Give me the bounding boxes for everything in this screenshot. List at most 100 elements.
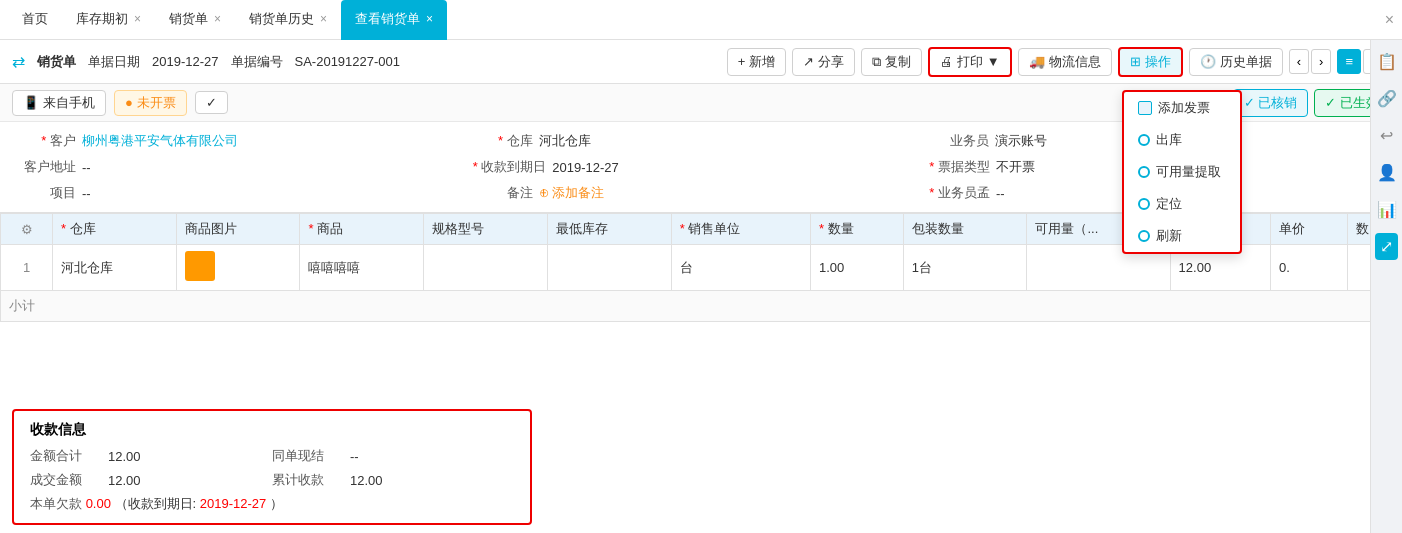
col-settings[interactable]: ⚙ <box>1 214 53 245</box>
add-invoice-item[interactable]: 添加发票 <box>1124 92 1240 124</box>
from-phone-button[interactable]: 📱 来自手机 <box>12 90 106 116</box>
operate-dropdown: 添加发票 出库 可用量提取 定位 刷新 <box>1122 90 1242 254</box>
outbound-item[interactable]: 出库 <box>1124 124 1240 156</box>
confirm-button[interactable]: ✓ <box>195 91 228 114</box>
logistics-button[interactable]: 🚚 物流信息 <box>1018 48 1112 76</box>
deal-value: 12.00 <box>108 473 141 488</box>
copy-button[interactable]: ⧉ 复制 <box>861 48 922 76</box>
warehouse-row: 仓库 河北仓库 <box>473 132 930 150</box>
right-icon-return[interactable]: ↩ <box>1376 122 1397 149</box>
outbound-icon <box>1138 134 1150 146</box>
prev-button[interactable]: ‹ <box>1289 49 1309 74</box>
total-label: 金额合计 <box>30 447 100 465</box>
tab-sales-label: 销货单 <box>169 10 208 28</box>
tab-inventory-close[interactable]: × <box>134 12 141 26</box>
not-open-button[interactable]: ● 未开票 <box>114 90 187 116</box>
payment-grid: 金额合计 12.00 同单现结 -- 成交金额 12.00 累计收款 12.00… <box>30 447 514 513</box>
confirm-icon: ✓ <box>206 95 217 110</box>
payment-date-row: 收款到期日 2019-12-27 <box>473 158 930 176</box>
available-qty-item[interactable]: 可用量提取 <box>1124 156 1240 188</box>
row-pack-qty: 1台 <box>903 245 1027 291</box>
col-product-img: 商品图片 <box>176 214 300 245</box>
col-spec: 规格型号 <box>424 214 548 245</box>
operate-button[interactable]: ⊞ 操作 <box>1118 47 1183 77</box>
col-unit: * 销售单位 <box>671 214 810 245</box>
date-label: 单据日期 <box>88 53 140 71</box>
refresh-item[interactable]: 刷新 <box>1124 220 1240 252</box>
subtotal-row: 小计 <box>1 291 1402 322</box>
print-button[interactable]: 🖨 打印 ▼ <box>928 47 1012 77</box>
plus-icon: ⊕ <box>539 185 549 200</box>
right-panel: 📋 🔗 ↩ 👤 📊 ⤢ <box>1370 40 1402 533</box>
sales-manager-value: -- <box>996 186 1005 201</box>
tab-sales-history[interactable]: 销货单历史 × <box>235 0 341 40</box>
close-all-button[interactable]: × <box>1385 11 1394 29</box>
tab-sales-close[interactable]: × <box>214 12 221 26</box>
right-icon-chart[interactable]: 📊 <box>1373 196 1401 223</box>
right-icon-link[interactable]: 🔗 <box>1373 85 1401 112</box>
project-label: 项目 <box>16 184 76 202</box>
same-order-label: 同单现结 <box>272 447 342 465</box>
doc-type-label: 销货单 <box>37 53 76 71</box>
tab-sales-history-label: 销货单历史 <box>249 10 314 28</box>
available-qty-label: 可用量提取 <box>1156 163 1221 181</box>
note-row: 备注 ⊕ 添加备注 <box>473 184 930 202</box>
row-num: 1 <box>1 245 53 291</box>
owed-date: 2019-12-27 <box>200 496 267 511</box>
header-actions: + 新增 ↗ 分享 ⧉ 复制 🖨 打印 ▼ 🚚 物流信息 <box>727 47 1390 77</box>
deal-label: 成交金额 <box>30 471 100 489</box>
num-value: SA-20191227-001 <box>295 54 401 69</box>
address-row: 客户地址 -- <box>16 158 473 176</box>
new-button[interactable]: + 新增 <box>727 48 786 76</box>
tab-home[interactable]: 首页 <box>8 0 62 40</box>
owed-note: （收款到期日: <box>115 496 197 511</box>
same-order-row: 同单现结 -- <box>272 447 514 465</box>
share-button[interactable]: ↗ 分享 <box>792 48 855 76</box>
cumulative-row: 累计收款 12.00 <box>272 471 514 489</box>
owed-label: 本单欠款 <box>30 496 82 511</box>
customer-value[interactable]: 柳州粤港平安气体有限公司 <box>82 132 238 150</box>
history-icon: 🕐 <box>1200 54 1216 69</box>
row-product-name: 嘻嘻嘻嘻 <box>300 245 424 291</box>
tab-inventory-label: 库存期初 <box>76 10 128 28</box>
next-button[interactable]: › <box>1311 49 1331 74</box>
logistics-icon: 🚚 <box>1029 54 1045 69</box>
sales-manager-label: 业务员孟 <box>929 184 990 202</box>
col-product: * 商品 <box>300 214 424 245</box>
refresh-icon <box>1138 230 1150 242</box>
add-note-button[interactable]: ⊕ 添加备注 <box>539 184 605 202</box>
locate-item[interactable]: 定位 <box>1124 188 1240 220</box>
project-value: -- <box>82 186 91 201</box>
row-quantity: 1.00 <box>810 245 903 291</box>
operate-icon: ⊞ <box>1130 54 1141 69</box>
right-icon-user[interactable]: 👤 <box>1373 159 1401 186</box>
available-qty-icon <box>1138 166 1150 178</box>
print-dropdown-icon: ▼ <box>987 54 1000 69</box>
col-pack-qty: 包装数量 <box>903 214 1027 245</box>
cumulative-value: 12.00 <box>350 473 383 488</box>
total-value: 12.00 <box>108 449 141 464</box>
add-invoice-label: 添加发票 <box>1158 99 1210 117</box>
history-button[interactable]: 🕐 历史单据 <box>1189 48 1283 76</box>
already-sold-button[interactable]: ✓ 已核销 <box>1233 89 1309 117</box>
print-icon: 🖨 <box>940 54 953 69</box>
row-price: 0. <box>1271 245 1348 291</box>
tab-view-sales-close[interactable]: × <box>426 12 433 26</box>
row-unit: 台 <box>671 245 810 291</box>
view-list-button[interactable]: ≡ <box>1337 49 1361 74</box>
share-icon: ↗ <box>803 54 814 69</box>
right-icon-doc[interactable]: 📋 <box>1373 48 1401 75</box>
tab-sales-history-close[interactable]: × <box>320 12 327 26</box>
staff-value: 演示账号 <box>995 132 1047 150</box>
payment-date-value: 2019-12-27 <box>552 160 619 175</box>
header-bar: ⇄ 销货单 单据日期 2019-12-27 单据编号 SA-20191227-0… <box>0 40 1402 84</box>
not-open-icon: ● <box>125 95 133 110</box>
row-min-stock <box>547 245 671 291</box>
warehouse-value: 河北仓库 <box>539 132 591 150</box>
right-icon-expand[interactable]: ⤢ <box>1375 233 1398 260</box>
tab-view-sales[interactable]: 查看销货单 × <box>341 0 447 40</box>
tab-inventory[interactable]: 库存期初 × <box>62 0 155 40</box>
copy-icon: ⧉ <box>872 54 881 70</box>
tab-sales[interactable]: 销货单 × <box>155 0 235 40</box>
locate-icon <box>1138 198 1150 210</box>
